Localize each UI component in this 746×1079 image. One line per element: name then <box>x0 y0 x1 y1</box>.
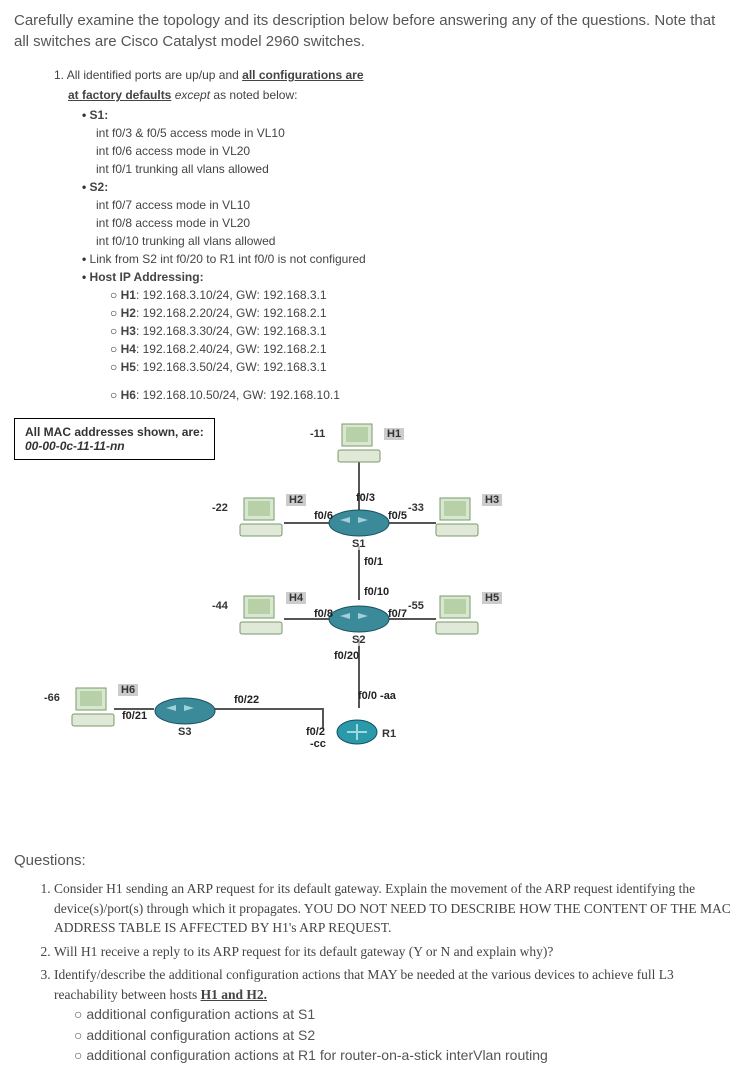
mac-line1: All MAC addresses shown, are: <box>25 425 204 439</box>
s2-config-b: int f0/8 access mode in VL20 <box>96 214 732 232</box>
port-f00: f0/0 -aa <box>358 690 396 702</box>
host-ip-h1: H1: H1: 192.168.3.10/24, GW: 192.168.3.1… <box>110 286 732 304</box>
list-number: 1. <box>54 68 64 82</box>
port-f010: f0/10 <box>364 586 389 598</box>
switch-s1 <box>328 508 390 538</box>
s3-label: S3 <box>176 726 193 738</box>
h6-name: H6 <box>118 684 138 696</box>
link-s3-r1-b <box>322 708 324 728</box>
port-f01: f0/1 <box>364 556 383 568</box>
switch-s2 <box>328 604 390 634</box>
link-h3-s1 <box>386 522 436 524</box>
s1-label: S1 <box>350 538 367 550</box>
h2-mac: -22 <box>212 502 228 514</box>
port-f03: f0/3 <box>356 492 375 504</box>
question-1: Consider H1 sending an ARP request for i… <box>54 879 732 938</box>
h4-name: H4 <box>286 592 306 604</box>
port-f022: f0/22 <box>234 694 259 706</box>
questions-header: Questions: <box>14 852 732 869</box>
text-underline: at factory defaults <box>68 88 171 102</box>
topology-diagram: All MAC addresses shown, are: 00-00-0c-1… <box>14 418 734 828</box>
s1-config-a: int f0/3 & f0/5 access mode in VL10 <box>96 124 732 142</box>
port-f07: f0/7 <box>388 608 407 620</box>
host-h1 <box>336 422 382 464</box>
config-line-1: 1. All identified ports are up/up and al… <box>54 66 732 84</box>
q3-sub3: additional configuration actions at R1 f… <box>74 1045 732 1065</box>
h5-name: H5 <box>482 592 502 604</box>
text-underline: all configurations are <box>242 68 363 82</box>
port-f08: f0/8 <box>314 608 333 620</box>
port-f05: f0/5 <box>388 510 407 522</box>
text: All identified ports are up/up and <box>67 68 242 82</box>
question-2: Will H1 receive a reply to its ARP reque… <box>54 942 732 962</box>
h5-mac: -55 <box>408 600 424 612</box>
link-s1-s2 <box>358 546 360 600</box>
host-h3 <box>434 496 480 538</box>
s2-label: S2 <box>350 634 367 646</box>
s1-config-c: int f0/1 trunking all vlans allowed <box>96 160 732 178</box>
bullet-s1: S1: <box>82 106 732 124</box>
h3-name: H3 <box>482 494 502 506</box>
host-h5 <box>434 594 480 636</box>
bullet-link: Link from S2 int f0/20 to R1 int f0/0 is… <box>82 250 732 268</box>
config-section: 1. All identified ports are up/up and al… <box>54 66 732 404</box>
host-h2 <box>238 496 284 538</box>
host-h6 <box>70 686 116 728</box>
port-cc: -cc <box>310 738 326 750</box>
port-f02: f0/2 <box>306 726 325 738</box>
host-ip-h5: H5: 192.168.3.50/24, GW: 192.168.3.1 <box>110 358 732 376</box>
h3-mac: -33 <box>408 502 424 514</box>
q3-sub1: additional configuration actions at S1 <box>74 1004 732 1024</box>
mac-address-box: All MAC addresses shown, are: 00-00-0c-1… <box>14 418 215 460</box>
config-line-2: at factory defaults except as noted belo… <box>68 86 732 104</box>
host-ip-h2: H2: 192.168.2.20/24, GW: 192.168.2.1 <box>110 304 732 322</box>
text: as noted below: <box>210 88 297 102</box>
s2-config-c: int f0/10 trunking all vlans allowed <box>96 232 732 250</box>
h1-mac: -11 <box>310 428 325 440</box>
h2-name: H2 <box>286 494 306 506</box>
link-s3-r1 <box>214 708 324 710</box>
router-r1 <box>336 718 378 746</box>
bullet-s2: S2: <box>82 178 732 196</box>
s2-config-a: int f0/7 access mode in VL10 <box>96 196 732 214</box>
question-3: Identify/describe the additional configu… <box>54 965 732 1065</box>
host-h4 <box>238 594 284 636</box>
q3-sub2: additional configuration actions at S2 <box>74 1025 732 1045</box>
text-italic: except <box>171 88 210 102</box>
port-f06: f0/6 <box>314 510 333 522</box>
r1-label: R1 <box>380 728 398 740</box>
host-ip-h4: H4: 192.168.2.40/24, GW: 192.168.2.1 <box>110 340 732 358</box>
questions-section: Questions: Consider H1 sending an ARP re… <box>14 852 732 1065</box>
intro-text: Carefully examine the topology and its d… <box>14 10 732 52</box>
link-h2-s1 <box>284 522 334 524</box>
port-f020: f0/20 <box>334 650 359 662</box>
host-ip-h6: H6: 192.168.10.50/24, GW: 192.168.10.1 <box>110 386 732 404</box>
h1-name: H1 <box>384 428 404 440</box>
host-ip-h3: H3: 192.168.3.30/24, GW: 192.168.3.1 <box>110 322 732 340</box>
switch-s3 <box>154 696 216 726</box>
h6-mac: -66 <box>44 692 60 704</box>
bullet-hostip: Host IP Addressing: <box>82 268 732 286</box>
port-f021: f0/21 <box>122 710 147 722</box>
mac-line2: 00-00-0c-11-11-nn <box>25 439 204 453</box>
s1-config-b: int f0/6 access mode in VL20 <box>96 142 732 160</box>
h4-mac: -44 <box>212 600 228 612</box>
